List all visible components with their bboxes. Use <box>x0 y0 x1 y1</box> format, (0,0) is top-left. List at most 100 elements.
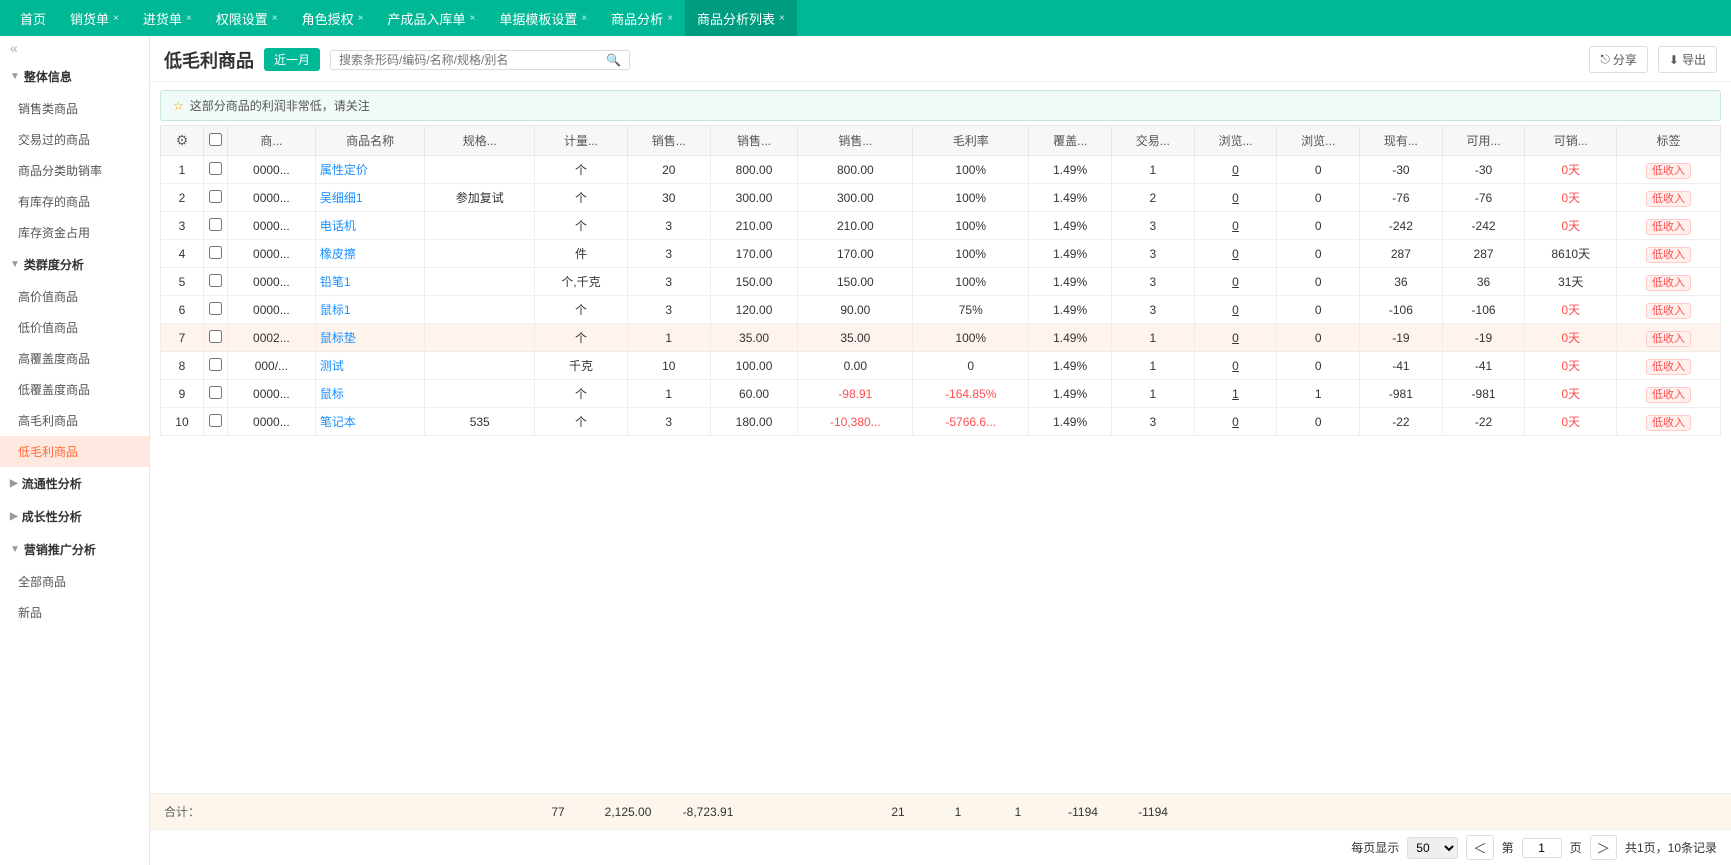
next-page-btn[interactable]: ＞ <box>1590 835 1617 860</box>
nav-sales-order[interactable]: 销货单 × <box>58 0 131 36</box>
row-checkbox[interactable] <box>203 212 227 240</box>
nav-product-close[interactable]: × <box>469 13 475 24</box>
nav-template-settings[interactable]: 单据模板设置 × <box>487 0 599 36</box>
row-sales-amount: 170.00 <box>798 240 913 268</box>
row-select-checkbox[interactable] <box>209 386 222 399</box>
col-trade: 交易... <box>1111 126 1194 156</box>
nav-home[interactable]: 首页 <box>8 0 58 36</box>
row-name[interactable]: 鼠标1 <box>315 296 425 324</box>
sidebar-item-category-rate[interactable]: 商品分类助销率 <box>0 155 149 186</box>
nav-product-entry[interactable]: 产成品入库单 × <box>375 0 487 36</box>
nav-goods-analysis-list[interactable]: 商品分析列表 × <box>685 0 797 36</box>
sidebar-item-sales-goods[interactable]: 销售类商品 <box>0 93 149 124</box>
sidebar-item-high-value[interactable]: 高价值商品 <box>0 281 149 312</box>
filter-recent-month-btn[interactable]: 近一月 <box>264 48 320 71</box>
row-view1[interactable]: 1 <box>1194 380 1277 408</box>
sidebar-group-marketing[interactable]: ▼ 营销推广分析 <box>0 533 149 566</box>
export-btn[interactable]: ⬇ 导出 <box>1658 46 1717 73</box>
table-row: 9 0000... 鼠标 个 1 60.00 -98.91 -164.85% 1… <box>161 380 1721 408</box>
row-tag: 低收入 <box>1617 324 1721 352</box>
row-name[interactable]: 测试 <box>315 352 425 380</box>
share-btn[interactable]: ⎋ 分享 <box>1589 46 1648 73</box>
nav-goods-close[interactable]: × <box>667 13 673 24</box>
row-checkbox[interactable] <box>203 408 227 436</box>
sidebar-item-all-goods[interactable]: 全部商品 <box>0 566 149 597</box>
row-view1[interactable]: 0 <box>1194 268 1277 296</box>
sidebar-item-high-coverage[interactable]: 高覆盖度商品 <box>0 343 149 374</box>
nav-role-close[interactable]: × <box>358 13 364 24</box>
sidebar-item-low-profit[interactable]: 低毛利商品 <box>0 436 149 467</box>
row-select-checkbox[interactable] <box>209 274 222 287</box>
row-available: -30 <box>1442 156 1525 184</box>
nav-role-auth[interactable]: 角色授权 × <box>290 0 376 36</box>
search-icon[interactable]: 🔍 <box>606 53 621 67</box>
row-view1[interactable]: 0 <box>1194 184 1277 212</box>
nav-permissions[interactable]: 权限设置 × <box>204 0 290 36</box>
nav-purchase-order[interactable]: 进货单 × <box>131 0 204 36</box>
row-name[interactable]: 橡皮擦 <box>315 240 425 268</box>
sidebar-item-low-value[interactable]: 低价值商品 <box>0 312 149 343</box>
row-name[interactable]: 属性定价 <box>315 156 425 184</box>
sidebar-group-overall[interactable]: ▼ 整体信息 <box>0 60 149 93</box>
row-view1[interactable]: 0 <box>1194 240 1277 268</box>
row-checkbox[interactable] <box>203 268 227 296</box>
row-name[interactable]: 电话机 <box>315 212 425 240</box>
row-checkbox[interactable] <box>203 352 227 380</box>
row-checkbox[interactable] <box>203 380 227 408</box>
row-checkbox[interactable] <box>203 324 227 352</box>
sidebar-item-stock-capital[interactable]: 库存资金占用 <box>0 217 149 248</box>
row-view1[interactable]: 0 <box>1194 324 1277 352</box>
row-sellable: 0天 <box>1525 212 1617 240</box>
row-select-checkbox[interactable] <box>209 218 222 231</box>
tag-badge: 低收入 <box>1646 387 1691 403</box>
row-select-checkbox[interactable] <box>209 190 222 203</box>
row-name[interactable]: 吴细细1 <box>315 184 425 212</box>
sidebar-item-low-coverage[interactable]: 低覆盖度商品 <box>0 374 149 405</box>
row-select-checkbox[interactable] <box>209 358 222 371</box>
row-view1[interactable]: 0 <box>1194 408 1277 436</box>
col-settings[interactable]: ⚙ <box>161 126 204 156</box>
settings-icon[interactable]: ⚙ <box>176 132 189 148</box>
row-view1[interactable]: 0 <box>1194 352 1277 380</box>
row-name[interactable]: 鼠标垫 <box>315 324 425 352</box>
sidebar-group-flow[interactable]: ▶ 流通性分析 <box>0 467 149 500</box>
row-view1[interactable]: 0 <box>1194 212 1277 240</box>
row-select-checkbox[interactable] <box>209 162 222 175</box>
sidebar-collapse-btn[interactable]: « <box>6 40 22 56</box>
row-sales-qty: 3 <box>627 408 710 436</box>
row-name[interactable]: 鼠标 <box>315 380 425 408</box>
row-view1[interactable]: 0 <box>1194 156 1277 184</box>
row-checkbox[interactable] <box>203 156 227 184</box>
row-view2: 0 <box>1277 156 1360 184</box>
row-checkbox[interactable] <box>203 184 227 212</box>
sidebar-group-growth[interactable]: ▶ 成长性分析 <box>0 500 149 533</box>
prev-page-btn[interactable]: ＜ <box>1466 835 1493 860</box>
row-sellable: 0天 <box>1525 408 1617 436</box>
nav-purchase-close[interactable]: × <box>186 13 192 24</box>
row-select-checkbox[interactable] <box>209 414 222 427</box>
nav-goods-analysis[interactable]: 商品分析 × <box>599 0 685 36</box>
row-current: -19 <box>1360 324 1443 352</box>
sidebar-item-new-goods[interactable]: 新品 <box>0 597 149 628</box>
select-all-checkbox[interactable] <box>209 133 222 146</box>
row-select-checkbox[interactable] <box>209 330 222 343</box>
sidebar-item-traded-goods[interactable]: 交易过的商品 <box>0 124 149 155</box>
search-input[interactable] <box>339 53 602 67</box>
nav-permissions-close[interactable]: × <box>272 13 278 24</box>
nav-template-close[interactable]: × <box>581 13 587 24</box>
row-view1[interactable]: 0 <box>1194 296 1277 324</box>
row-name[interactable]: 笔记本 <box>315 408 425 436</box>
row-select-checkbox[interactable] <box>209 246 222 259</box>
page-size-select[interactable]: 50 100 200 <box>1407 837 1458 859</box>
sidebar-item-stock-goods[interactable]: 有库存的商品 <box>0 186 149 217</box>
sidebar-item-high-profit[interactable]: 高毛利商品 <box>0 405 149 436</box>
row-checkbox[interactable] <box>203 240 227 268</box>
row-sales-amount: 300.00 <box>798 184 913 212</box>
row-select-checkbox[interactable] <box>209 302 222 315</box>
row-checkbox[interactable] <box>203 296 227 324</box>
nav-sales-order-close[interactable]: × <box>113 13 119 24</box>
sidebar-group-cluster[interactable]: ▼ 类群度分析 <box>0 248 149 281</box>
nav-list-close[interactable]: × <box>779 13 785 24</box>
row-name[interactable]: 铅笔1 <box>315 268 425 296</box>
current-page-input[interactable] <box>1522 838 1562 858</box>
